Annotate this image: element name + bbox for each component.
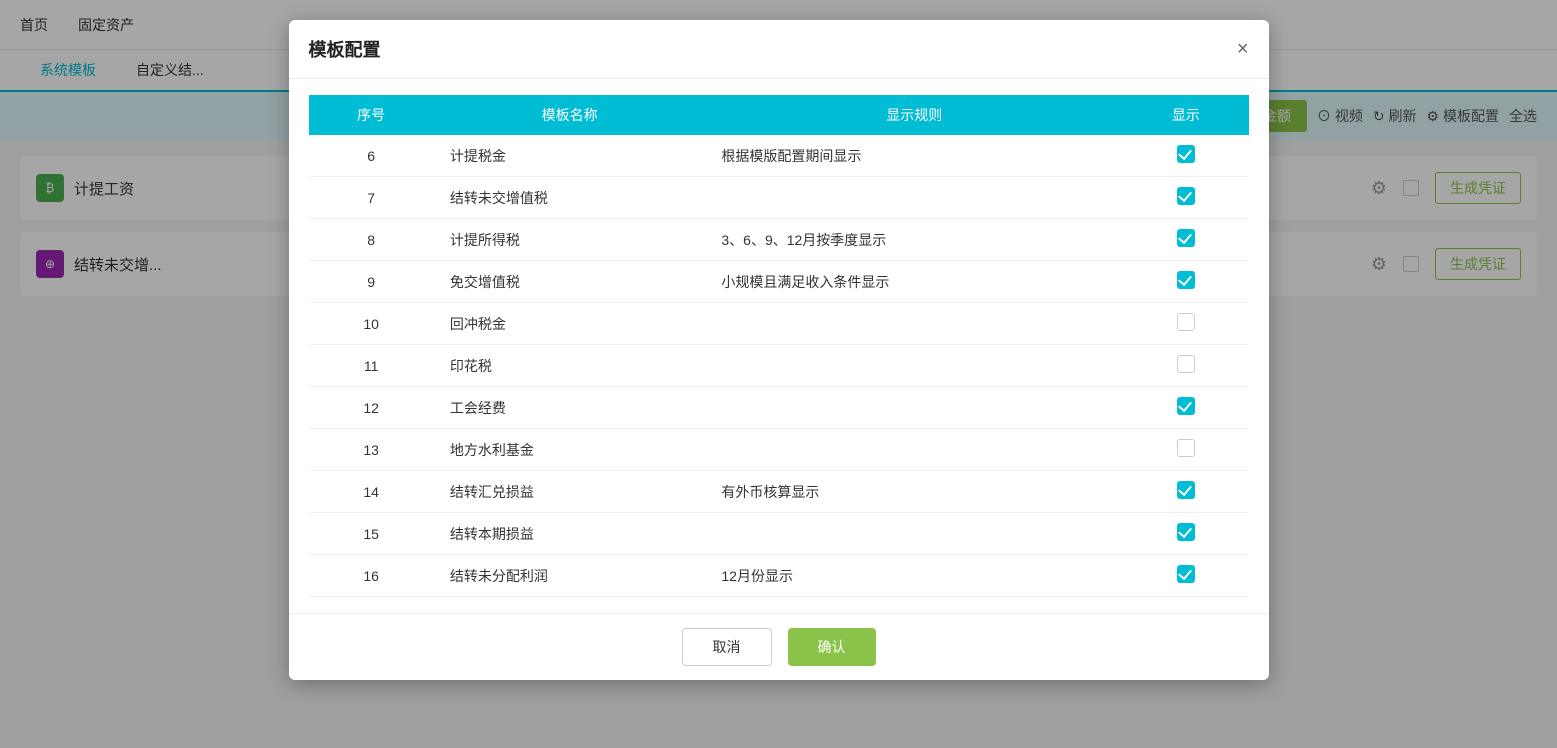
cell-rule <box>705 177 1123 219</box>
checkbox-row-11[interactable] <box>1177 355 1195 373</box>
checkbox-row-7[interactable] <box>1177 187 1195 205</box>
cell-id: 12 <box>309 387 434 429</box>
table-row: 8计提所得税3、6、9、12月按季度显示 <box>309 219 1249 261</box>
cell-display[interactable] <box>1123 135 1248 177</box>
cell-id: 11 <box>309 345 434 387</box>
cell-display[interactable] <box>1123 471 1248 513</box>
cancel-button[interactable]: 取消 <box>682 628 772 666</box>
cell-display[interactable] <box>1123 387 1248 429</box>
cell-id: 6 <box>309 135 434 177</box>
table-row: 14结转汇兑损益有外币核算显示 <box>309 471 1249 513</box>
modal-title: 模板配置 <box>309 36 381 62</box>
table-row: 6计提税金根据模版配置期间显示 <box>309 135 1249 177</box>
cell-name: 工会经费 <box>434 387 706 429</box>
cell-display[interactable] <box>1123 177 1248 219</box>
cell-rule <box>705 513 1123 555</box>
checkbox-row-15[interactable] <box>1177 523 1195 541</box>
modal-body: 序号 模板名称 显示规则 显示 6计提税金根据模版配置期间显示7结转未交增值税8… <box>289 79 1269 613</box>
cell-rule: 3、6、9、12月按季度显示 <box>705 219 1123 261</box>
cell-name: 结转汇兑损益 <box>434 471 706 513</box>
cell-id: 16 <box>309 555 434 597</box>
checkbox-row-16[interactable] <box>1177 565 1195 583</box>
table-row: 13地方水利基金 <box>309 429 1249 471</box>
table-row: 15结转本期损益 <box>309 513 1249 555</box>
cell-id: 10 <box>309 303 434 345</box>
col-header-name: 模板名称 <box>434 95 706 135</box>
checkbox-row-9[interactable] <box>1177 271 1195 289</box>
cell-rule: 小规模且满足收入条件显示 <box>705 261 1123 303</box>
cell-display[interactable] <box>1123 219 1248 261</box>
cell-id: 9 <box>309 261 434 303</box>
checkbox-row-14[interactable] <box>1177 481 1195 499</box>
cell-display[interactable] <box>1123 303 1248 345</box>
cell-display[interactable] <box>1123 555 1248 597</box>
cell-rule: 根据模版配置期间显示 <box>705 135 1123 177</box>
config-table: 序号 模板名称 显示规则 显示 6计提税金根据模版配置期间显示7结转未交增值税8… <box>309 95 1249 597</box>
cell-rule <box>705 387 1123 429</box>
cell-id: 8 <box>309 219 434 261</box>
cell-display[interactable] <box>1123 345 1248 387</box>
cell-name: 结转本期损益 <box>434 513 706 555</box>
cell-id: 15 <box>309 513 434 555</box>
col-header-id: 序号 <box>309 95 434 135</box>
checkbox-row-6[interactable] <box>1177 145 1195 163</box>
modal-header: 模板配置 × <box>289 20 1269 79</box>
table-row: 9免交增值税小规模且满足收入条件显示 <box>309 261 1249 303</box>
table-row: 12工会经费 <box>309 387 1249 429</box>
cell-display[interactable] <box>1123 513 1248 555</box>
modal-footer: 取消 确认 <box>289 613 1269 680</box>
checkbox-row-10[interactable] <box>1177 313 1195 331</box>
cell-id: 7 <box>309 177 434 219</box>
cell-name: 计提所得税 <box>434 219 706 261</box>
cell-name: 印花税 <box>434 345 706 387</box>
col-header-display: 显示 <box>1123 95 1248 135</box>
cell-rule: 12月份显示 <box>705 555 1123 597</box>
cell-rule <box>705 345 1123 387</box>
table-scroll-area[interactable]: 序号 模板名称 显示规则 显示 6计提税金根据模版配置期间显示7结转未交增值税8… <box>309 95 1249 597</box>
table-row: 10回冲税金 <box>309 303 1249 345</box>
cell-id: 14 <box>309 471 434 513</box>
checkbox-row-8[interactable] <box>1177 229 1195 247</box>
cell-id: 13 <box>309 429 434 471</box>
cell-rule <box>705 303 1123 345</box>
cell-name: 结转未分配利润 <box>434 555 706 597</box>
cell-name: 免交增值税 <box>434 261 706 303</box>
table-row: 16结转未分配利润12月份显示 <box>309 555 1249 597</box>
cell-display[interactable] <box>1123 429 1248 471</box>
col-header-rule: 显示规则 <box>705 95 1123 135</box>
checkbox-row-13[interactable] <box>1177 439 1195 457</box>
table-body: 6计提税金根据模版配置期间显示7结转未交增值税8计提所得税3、6、9、12月按季… <box>309 135 1249 597</box>
table-row: 7结转未交增值税 <box>309 177 1249 219</box>
modal-overlay: 模板配置 × 序号 模板名称 显示规则 显示 6计提税金根据模版配置期间显示7结… <box>0 0 1557 748</box>
table-row: 11印花税 <box>309 345 1249 387</box>
checkbox-row-12[interactable] <box>1177 397 1195 415</box>
modal-template-config: 模板配置 × 序号 模板名称 显示规则 显示 6计提税金根据模版配置期间显示7结… <box>289 20 1269 680</box>
modal-close-button[interactable]: × <box>1237 39 1249 59</box>
cell-rule: 有外币核算显示 <box>705 471 1123 513</box>
cell-name: 计提税金 <box>434 135 706 177</box>
table-header: 序号 模板名称 显示规则 显示 <box>309 95 1249 135</box>
cell-name: 地方水利基金 <box>434 429 706 471</box>
cell-name: 结转未交增值税 <box>434 177 706 219</box>
confirm-button[interactable]: 确认 <box>788 628 876 666</box>
cell-rule <box>705 429 1123 471</box>
cell-display[interactable] <box>1123 261 1248 303</box>
cell-name: 回冲税金 <box>434 303 706 345</box>
